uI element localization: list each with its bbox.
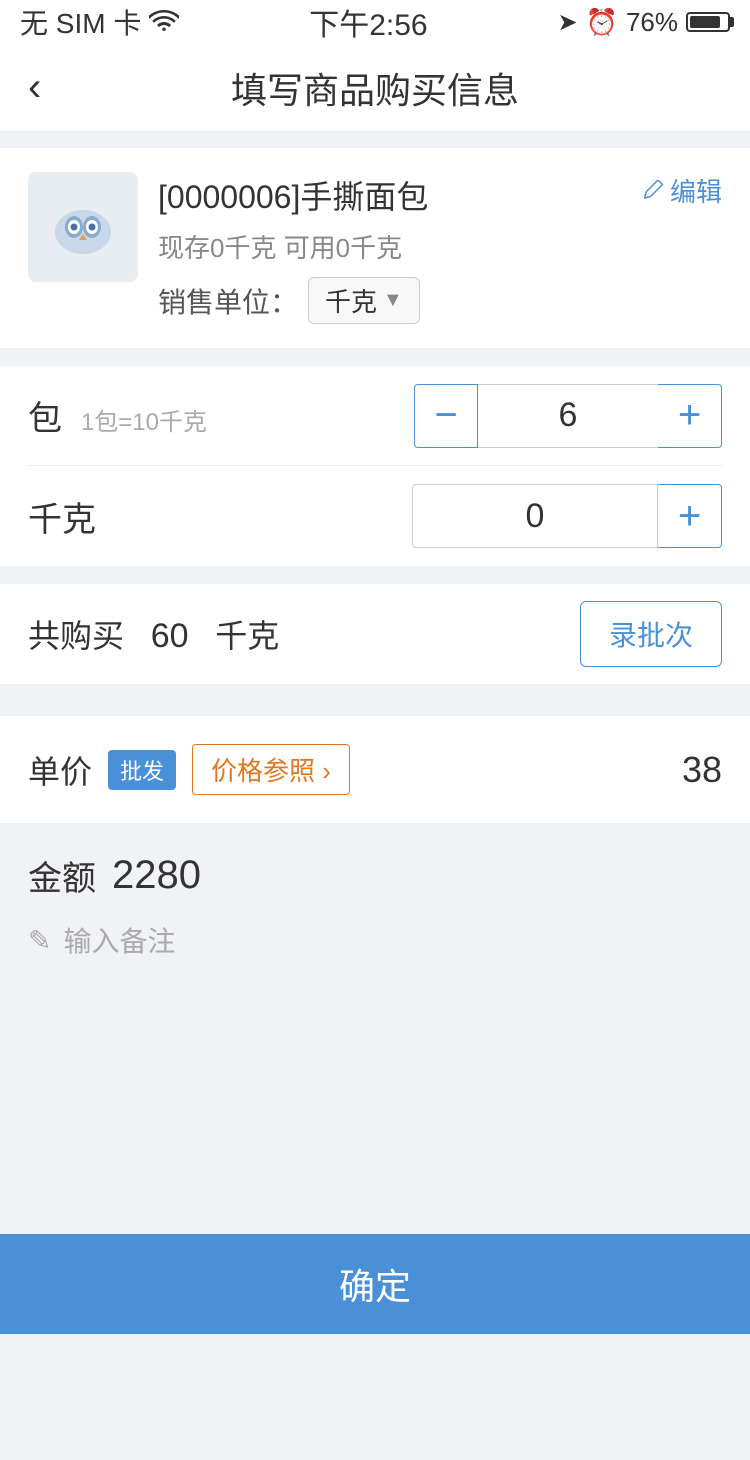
amount-label: 金额 xyxy=(28,851,96,900)
unit-value: 千克 xyxy=(325,282,377,319)
confirm-button-label: 确定 xyxy=(339,1258,411,1310)
battery-percent: 76% xyxy=(626,7,678,38)
package-label: 包 xyxy=(28,400,62,438)
back-button[interactable]: ‹ xyxy=(28,65,41,110)
kg-qty-input[interactable] xyxy=(412,484,658,548)
note-row[interactable]: ✎ 输入备注 xyxy=(28,920,722,960)
package-qty-row: 包 1包=10千克 − + xyxy=(28,366,722,466)
package-qty-input[interactable] xyxy=(478,384,658,448)
package-qty-control: − + xyxy=(414,384,722,448)
kg-plus-button[interactable]: + xyxy=(658,484,722,548)
total-unit: 千克 xyxy=(215,618,279,654)
total-row: 共购买 60 千克 录批次 xyxy=(28,584,722,684)
product-unit-row: 销售单位： 千克 ▼ xyxy=(158,277,722,324)
section-divider-2 xyxy=(0,566,750,582)
carrier-text: 无 SIM 卡 xyxy=(20,2,141,42)
package-label-group: 包 1包=10千克 xyxy=(28,391,207,440)
page-title: 填写商品购买信息 xyxy=(231,62,519,114)
product-name: [0000006]手撕面包 xyxy=(158,172,642,218)
price-row: 单价 批发 价格参照 › 38 xyxy=(28,744,722,795)
total-amount: 60 xyxy=(151,617,189,655)
wifi-icon xyxy=(149,6,179,38)
status-left: 无 SIM 卡 xyxy=(20,2,179,42)
bottom-padding xyxy=(0,1360,750,1460)
package-plus-button[interactable]: + xyxy=(658,384,722,448)
section-divider-1 xyxy=(0,348,750,364)
status-right: ➤ ⏰ 76% xyxy=(557,7,730,38)
package-minus-button[interactable]: − xyxy=(414,384,478,448)
price-reference-button[interactable]: 价格参照 › xyxy=(192,744,350,795)
amount-value: 2280 xyxy=(112,853,201,898)
batch-record-button[interactable]: 录批次 xyxy=(580,601,722,667)
battery-icon xyxy=(686,12,730,32)
confirm-button[interactable]: 确定 xyxy=(0,1234,750,1334)
kg-label: 千克 xyxy=(28,492,96,541)
total-label-group: 共购买 60 千克 xyxy=(28,611,279,657)
edit-button[interactable]: 编辑 xyxy=(642,172,722,209)
price-label: 单价 xyxy=(28,747,92,793)
package-hint: 1包=10千克 xyxy=(81,409,207,436)
time-display: 下午2:56 xyxy=(309,0,427,44)
product-section: [0000006]手撕面包 编辑 现存0千克 可用0千克 销售单位： 千克 ▼ xyxy=(0,148,750,348)
price-type-tag: 批发 xyxy=(108,750,176,790)
total-label: 共购买 60 千克 xyxy=(28,618,279,654)
alarm-icon: ⏰ xyxy=(586,7,618,38)
total-section: 共购买 60 千克 录批次 xyxy=(0,584,750,684)
product-thumbnail xyxy=(28,172,138,282)
product-stock: 现存0千克 可用0千克 xyxy=(158,228,722,265)
chevron-down-icon: ▼ xyxy=(383,289,403,312)
note-placeholder: 输入备注 xyxy=(63,920,175,960)
kg-qty-control: + xyxy=(412,484,722,548)
amount-section: 金额 2280 ✎ 输入备注 xyxy=(0,823,750,960)
status-bar: 无 SIM 卡 下午2:56 ➤ ⏰ 76% xyxy=(0,0,750,44)
kg-qty-row: 千克 + xyxy=(28,466,722,566)
section-divider-3 xyxy=(0,684,750,700)
price-section: 单价 批发 价格参照 › 38 xyxy=(0,716,750,823)
price-value: 38 xyxy=(682,749,722,791)
location-icon: ➤ xyxy=(557,8,577,37)
unit-selector[interactable]: 千克 ▼ xyxy=(308,277,420,324)
amount-row: 金额 2280 xyxy=(28,851,722,900)
nav-bar: ‹ 填写商品购买信息 xyxy=(0,44,750,132)
product-name-row: [0000006]手撕面包 编辑 xyxy=(158,172,722,218)
pencil-icon: ✎ xyxy=(28,924,51,957)
unit-label: 销售单位： xyxy=(158,281,298,321)
qty-section: 包 1包=10千克 − + 千克 + xyxy=(0,366,750,566)
product-info: [0000006]手撕面包 编辑 现存0千克 可用0千克 销售单位： 千克 ▼ xyxy=(158,172,722,324)
